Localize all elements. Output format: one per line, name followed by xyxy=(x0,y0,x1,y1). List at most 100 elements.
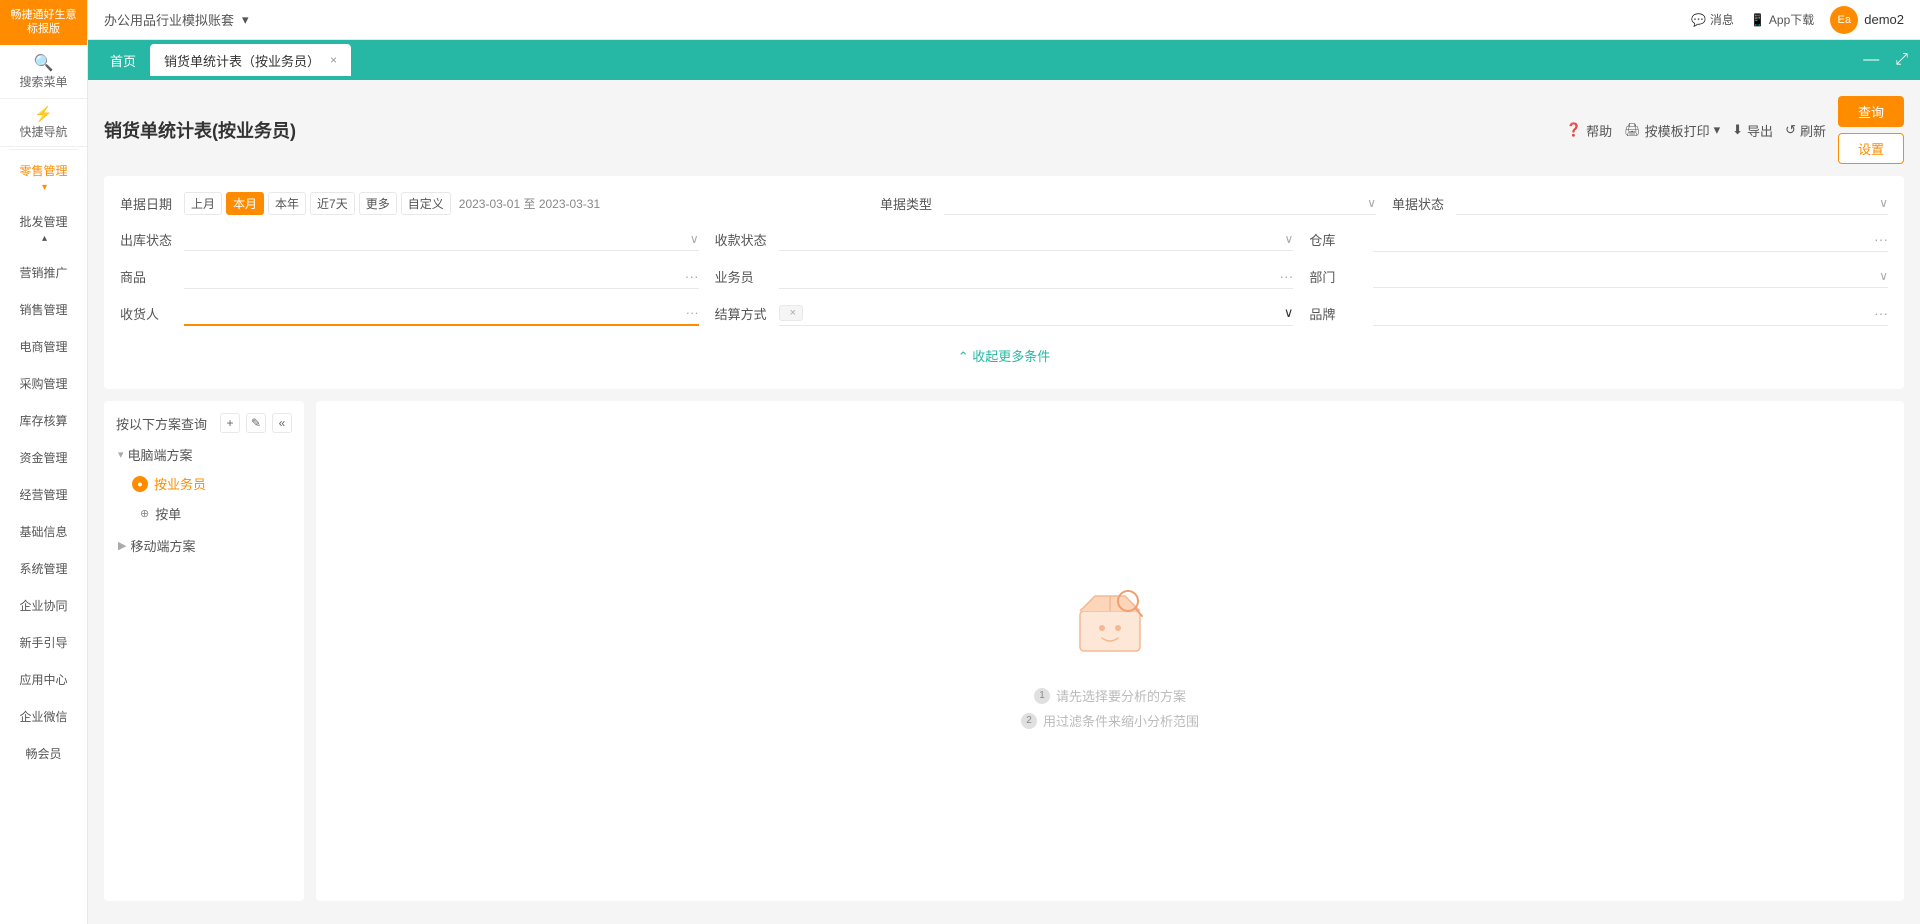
dept-select[interactable]: ∨ xyxy=(1373,265,1888,288)
filter-row-3: 商品 ··· 业务员 ··· xyxy=(120,264,1888,289)
sidebar-item-wholesale[interactable]: 批发管理 ▴ xyxy=(0,203,87,254)
scheme-item-salesperson[interactable]: ● 按业务员 xyxy=(112,468,296,499)
filter-row-2: 出库状态 ∨ 收款状态 ∨ xyxy=(120,227,1888,252)
brand-select[interactable]: ··· xyxy=(1373,301,1888,326)
empty-hint-1: 1 请先选择要分析的方案 xyxy=(1034,686,1186,705)
filter-item-brand: 品牌 ··· xyxy=(1309,301,1888,326)
sidebar-item-ecommerce[interactable]: 电商管理 xyxy=(0,328,87,365)
sidebar-item-finance[interactable]: 资金管理 xyxy=(0,439,87,476)
tab-close-icon[interactable]: × xyxy=(330,53,337,67)
goods-control: ··· xyxy=(184,264,699,289)
top-header: 办公用品行业模拟账套 ▾ 💬 消息 📱 App下载 Ea demo2 xyxy=(88,0,1920,40)
print-link[interactable]: 🖨 按模板打印 ▾ xyxy=(1624,121,1720,140)
sidebar-item-wechat[interactable]: 企业微信 xyxy=(0,698,87,735)
tab-active[interactable]: 销货单统计表（按业务员） × xyxy=(150,44,351,76)
scheme-group-pc[interactable]: ▾ 电脑端方案 xyxy=(112,441,296,468)
print-icon: 🖨 xyxy=(1624,122,1641,138)
sidebar-item-system[interactable]: 系统管理 xyxy=(0,550,87,587)
add-scheme-button[interactable]: + xyxy=(220,413,240,433)
sidebar-item-sales[interactable]: 销售管理 xyxy=(0,291,87,328)
sidebar-item-inventory[interactable]: 库存核算 xyxy=(0,402,87,439)
user-menu[interactable]: Ea demo2 xyxy=(1830,6,1904,34)
scheme-section-pc: ▾ 电脑端方案 ● 按业务员 ⊕ 按单 xyxy=(112,441,296,528)
filter-item-type: 单据类型 ∨ xyxy=(880,192,1376,215)
setting-button[interactable]: 设置 xyxy=(1838,133,1904,164)
receiver-control: ··· xyxy=(184,301,699,326)
collapse-label: 收起更多条件 xyxy=(972,349,1050,364)
sidebar-item-operations[interactable]: 经营管理 xyxy=(0,476,87,513)
refresh-link[interactable]: ↺ 刷新 xyxy=(1785,121,1826,140)
sidebar-item-purchase[interactable]: 采购管理 xyxy=(0,365,87,402)
sidebar-item-newuser[interactable]: 新手引导 xyxy=(0,624,87,661)
type-control: ∨ xyxy=(944,192,1376,215)
add-icon: + xyxy=(226,416,233,430)
sidebar: 畅捷通好生意 标报版 🔍 搜索菜单 ⚡ 快捷导航 零售管理 ▾ 批发管理 ▴ 营… xyxy=(0,0,88,924)
tab-minimize-button[interactable]: — xyxy=(1859,49,1883,71)
date-btn-last-month[interactable]: 上月 xyxy=(184,192,222,215)
goods-select[interactable]: ··· xyxy=(184,264,699,289)
settle-control: × ∨ xyxy=(779,301,1294,326)
query-button[interactable]: 查询 xyxy=(1838,96,1904,127)
sidebar-item-member[interactable]: 畅会员 xyxy=(0,735,87,772)
tab-maximize-button[interactable]: ⤢ xyxy=(1891,49,1912,71)
export-link[interactable]: ⬇ 导出 xyxy=(1732,121,1773,140)
goods-dots-icon: ··· xyxy=(685,268,699,284)
status-select[interactable]: ∨ xyxy=(1456,192,1888,215)
settle-arrow-icon: ∨ xyxy=(1284,305,1294,321)
receiver-label: 收货人 xyxy=(120,304,176,323)
sidebar-logo[interactable]: 畅捷通好生意 标报版 xyxy=(0,0,87,45)
page-header-actions: ❓ 帮助 🖨 按模板打印 ▾ ⬇ 导出 ↺ 刷新 查询 xyxy=(1566,96,1904,164)
sidebar-item-corp[interactable]: 企业协同 xyxy=(0,587,87,624)
date-btn-custom[interactable]: 自定义 xyxy=(401,192,451,215)
sidebar-item-marketing[interactable]: 营销推广 xyxy=(0,254,87,291)
collapse-bar[interactable]: ⌃ 收起更多条件 xyxy=(120,338,1888,373)
filter-item-settle: 结算方式 × ∨ xyxy=(715,301,1294,326)
date-btn-this-year[interactable]: 本年 xyxy=(268,192,306,215)
settle-tag-close[interactable]: × xyxy=(790,307,796,319)
empty-state: 1 请先选择要分析的方案 2 用过滤条件来缩小分析范围 xyxy=(981,526,1239,776)
sidebar-search[interactable]: 🔍 搜索菜单 xyxy=(0,45,87,99)
date-btn-7days[interactable]: 近7天 xyxy=(310,192,355,215)
dept-control: ∨ xyxy=(1373,265,1888,288)
sidebar-item-appcenter[interactable]: 应用中心 xyxy=(0,661,87,698)
sidebar-divider-1 xyxy=(9,149,79,150)
salesperson-control: ··· xyxy=(779,264,1294,289)
goods-label: 商品 xyxy=(120,267,176,286)
warehouse-select[interactable]: ··· xyxy=(1373,227,1888,252)
expand-icon: ▾ xyxy=(118,448,124,461)
app-download-button[interactable]: 📱 App下载 xyxy=(1750,11,1814,28)
filter-item-status: 单据状态 ∨ xyxy=(1392,192,1888,215)
date-btn-this-month[interactable]: 本月 xyxy=(226,192,264,215)
sidebar-quick-nav[interactable]: ⚡ 快捷导航 xyxy=(0,99,87,147)
scheme-group-mobile[interactable]: ▶ 移动端方案 xyxy=(112,532,296,559)
edit-scheme-button[interactable]: ✎ xyxy=(246,413,266,433)
export-icon: ⬇ xyxy=(1732,122,1743,138)
message-button[interactable]: 💬 消息 xyxy=(1691,11,1734,28)
help-link[interactable]: ❓ 帮助 xyxy=(1566,121,1612,140)
industry-selector[interactable]: 办公用品行业模拟账套 ▾ xyxy=(104,10,249,29)
recvstatus-select[interactable]: ∨ xyxy=(779,228,1294,251)
sidebar-item-retail[interactable]: 零售管理 ▾ xyxy=(0,152,87,203)
scheme-item-order[interactable]: ⊕ 按单 xyxy=(112,499,296,528)
collapse-scheme-button[interactable]: « xyxy=(272,413,292,433)
header-right-actions: 💬 消息 📱 App下载 Ea demo2 xyxy=(1691,6,1904,34)
industry-name: 办公用品行业模拟账套 xyxy=(104,10,234,29)
filter-item-warehouse: 仓库 ··· xyxy=(1309,227,1888,252)
filter-item-outstatus: 出库状态 ∨ xyxy=(120,228,699,251)
sidebar-item-basic[interactable]: 基础信息 xyxy=(0,513,87,550)
date-btn-more[interactable]: 更多 xyxy=(359,192,397,215)
outstatus-select[interactable]: ∨ xyxy=(184,228,699,251)
receiver-input[interactable] xyxy=(184,301,699,326)
order-sub-icon: ⊕ xyxy=(140,507,149,520)
type-select[interactable]: ∨ xyxy=(944,192,1376,215)
salesperson-select[interactable]: ··· xyxy=(779,264,1294,289)
date-label: 单据日期 xyxy=(120,194,176,213)
help-icon: ❓ xyxy=(1566,122,1582,138)
warehouse-control: ··· xyxy=(1373,227,1888,252)
filter-panel: 单据日期 上月 本月 本年 近7天 更多 自定义 2023-03-01 至 20… xyxy=(104,176,1904,389)
filter-item-goods: 商品 ··· xyxy=(120,264,699,289)
tab-home[interactable]: 首页 xyxy=(96,44,150,76)
page-content: 销货单统计表(按业务员) ❓ 帮助 🖨 按模板打印 ▾ ⬇ 导出 ↺ 刷新 xyxy=(88,80,1920,924)
dept-label: 部门 xyxy=(1309,267,1365,286)
status-label: 单据状态 xyxy=(1392,194,1448,213)
